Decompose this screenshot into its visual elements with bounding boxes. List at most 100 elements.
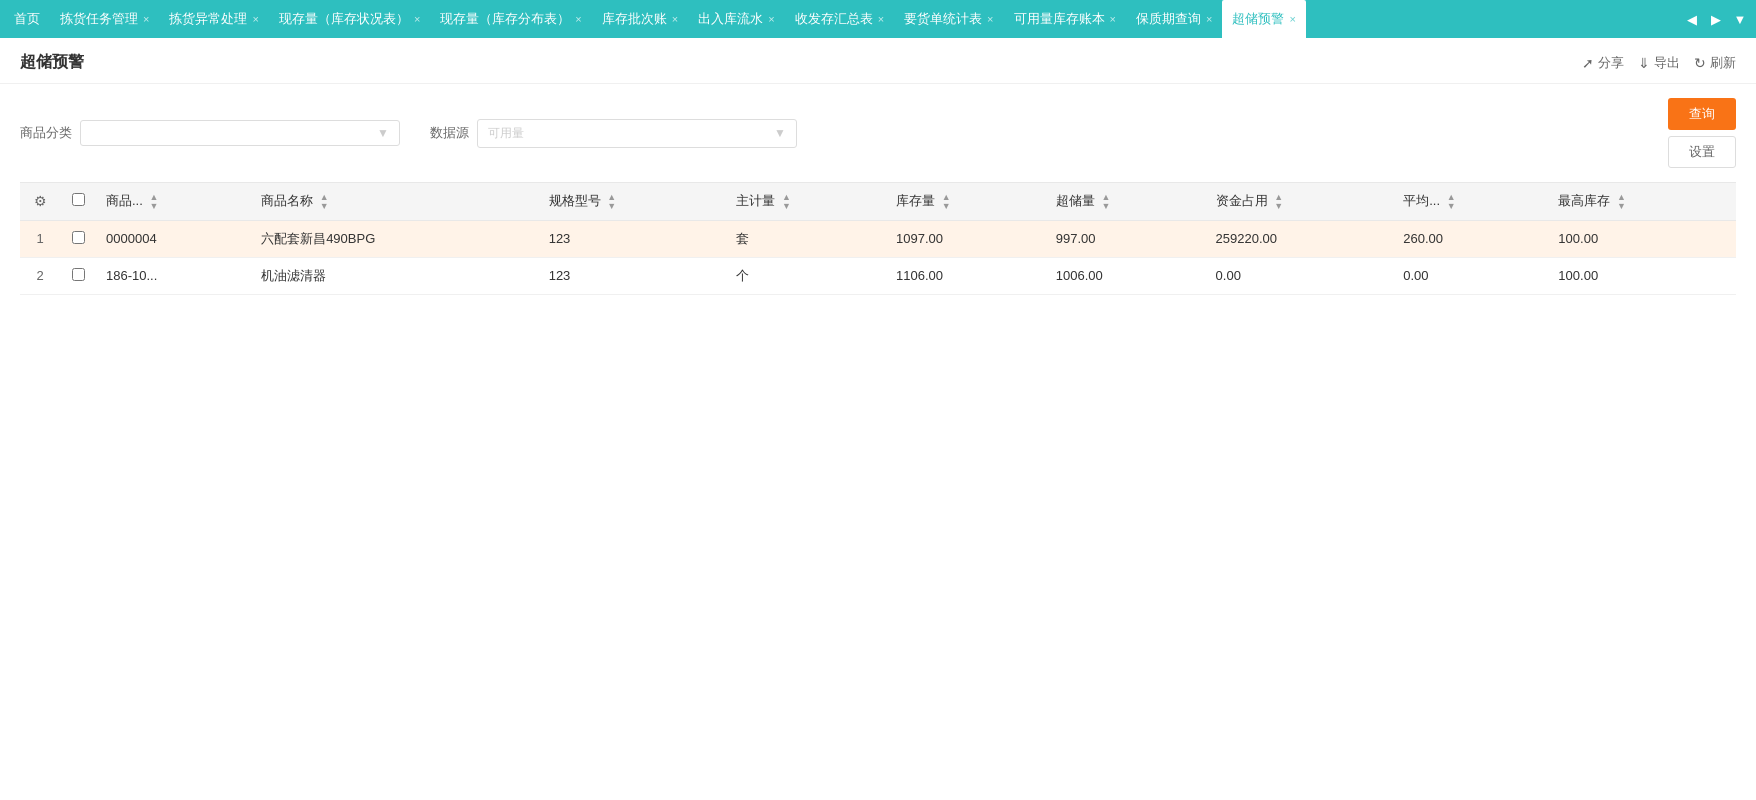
sort-icon: ▲▼ — [149, 193, 158, 211]
settings-col-header: ⚙ — [20, 183, 60, 221]
sort-icon: ▲▼ — [942, 193, 951, 211]
nav-item-batch[interactable]: 库存批次账 × — [592, 0, 688, 38]
row-number: 2 — [20, 257, 60, 294]
sort-icon: ▲▼ — [1101, 193, 1110, 211]
checkbox-col-header — [60, 183, 96, 221]
average-col-header[interactable]: 平均... ▲▼ — [1393, 183, 1548, 221]
row-product-name: 六配套新昌490BPG — [251, 220, 539, 257]
row-product-name: 机油滤清器 — [251, 257, 539, 294]
close-icon[interactable]: × — [878, 13, 884, 25]
filter-row: 商品分类 ▼ 数据源 可用量 ▼ 查询 设置 — [0, 84, 1756, 182]
table-row: 1 0000004 六配套新昌490BPG 123 套 1097.00 997.… — [20, 220, 1736, 257]
close-icon[interactable]: × — [1110, 13, 1116, 25]
nav-item-overstock[interactable]: 超储预警 × — [1222, 0, 1305, 38]
page-header: 超储预警 ➚ 分享 ⇓ 导出 ↻ 刷新 — [0, 38, 1756, 84]
capital-usage-col-header[interactable]: 资金占用 ▲▼ — [1206, 183, 1394, 221]
nav-item-order-stat[interactable]: 要货单统计表 × — [894, 0, 1003, 38]
close-icon[interactable]: × — [414, 13, 420, 25]
nav-item-abnormal[interactable]: 拣货异常处理 × — [159, 0, 268, 38]
export-icon: ⇓ — [1638, 55, 1650, 71]
data-source-value: 可用量 — [488, 125, 524, 142]
nav-item-inventory-dist[interactable]: 现存量（库存分布表） × — [430, 0, 591, 38]
refresh-button[interactable]: ↻ 刷新 — [1694, 54, 1736, 72]
row-checkbox[interactable] — [72, 231, 85, 244]
row-main-unit: 个 — [726, 257, 886, 294]
product-category-select[interactable]: ▼ — [80, 120, 400, 146]
nav-item-quality-check[interactable]: 保质期查询 × — [1126, 0, 1222, 38]
sort-icon: ▲▼ — [1617, 193, 1626, 211]
header-actions: ➚ 分享 ⇓ 导出 ↻ 刷新 — [1582, 54, 1736, 72]
data-source-filter: 数据源 可用量 ▼ — [430, 119, 797, 148]
share-icon: ➚ — [1582, 55, 1594, 71]
sort-icon: ▲▼ — [1274, 193, 1283, 211]
nav-arrows: ◀ ▶ ▼ — [1680, 0, 1752, 38]
row-product-code: 186-10... — [96, 257, 251, 294]
export-button[interactable]: ⇓ 导出 — [1638, 54, 1680, 72]
row-product-code: 0000004 — [96, 220, 251, 257]
sort-icon: ▲▼ — [1447, 193, 1456, 211]
row-spec-model: 123 — [539, 220, 727, 257]
nav-item-avail-ledger[interactable]: 可用量库存账本 × — [1004, 0, 1126, 38]
filter-buttons: 查询 设置 — [1668, 98, 1736, 168]
sort-icon: ▲▼ — [607, 193, 616, 211]
sort-icon: ▲▼ — [782, 193, 791, 211]
close-icon[interactable]: × — [768, 13, 774, 25]
settings-button[interactable]: 设置 — [1668, 136, 1736, 168]
row-inventory: 1097.00 — [886, 220, 1046, 257]
close-icon[interactable]: × — [987, 13, 993, 25]
nav-item-home[interactable]: 首页 — [4, 0, 50, 38]
data-source-label: 数据源 — [430, 124, 469, 142]
query-button[interactable]: 查询 — [1668, 98, 1736, 130]
nav-next-button[interactable]: ▶ — [1704, 0, 1728, 38]
product-category-label: 商品分类 — [20, 124, 72, 142]
close-icon[interactable]: × — [575, 13, 581, 25]
row-checkbox[interactable] — [72, 268, 85, 281]
page-content: 超储预警 ➚ 分享 ⇓ 导出 ↻ 刷新 商品分类 ▼ 数据源 — [0, 38, 1756, 800]
nav-item-inventory-status[interactable]: 现存量（库存状况表） × — [269, 0, 430, 38]
page-title: 超储预警 — [20, 52, 84, 73]
inventory-col-header[interactable]: 库存量 ▲▼ — [886, 183, 1046, 221]
row-over-storage: 1006.00 — [1046, 257, 1206, 294]
close-icon[interactable]: × — [252, 13, 258, 25]
row-max-inventory: 100.00 — [1548, 257, 1736, 294]
close-icon[interactable]: × — [1206, 13, 1212, 25]
row-average: 260.00 — [1393, 220, 1548, 257]
row-over-storage: 997.00 — [1046, 220, 1206, 257]
sort-icon: ▲▼ — [320, 193, 329, 211]
spec-model-col-header[interactable]: 规格型号 ▲▼ — [539, 183, 727, 221]
refresh-icon: ↻ — [1694, 55, 1706, 71]
row-capital-usage: 0.00 — [1206, 257, 1394, 294]
table-header-row: ⚙ 商品... ▲▼ 商品名称 ▲▼ 规格型号 ▲▼ — [20, 183, 1736, 221]
table-container: ⚙ 商品... ▲▼ 商品名称 ▲▼ 规格型号 ▲▼ — [0, 182, 1756, 295]
nav-item-summary[interactable]: 收发存汇总表 × — [785, 0, 894, 38]
max-inventory-col-header[interactable]: 最高库存 ▲▼ — [1548, 183, 1736, 221]
main-unit-col-header[interactable]: 主计量 ▲▼ — [726, 183, 886, 221]
row-max-inventory: 100.00 — [1548, 220, 1736, 257]
nav-item-inout-flow[interactable]: 出入库流水 × — [688, 0, 784, 38]
chevron-down-icon: ▼ — [377, 126, 389, 140]
select-all-checkbox[interactable] — [72, 193, 85, 206]
row-checkbox-cell — [60, 220, 96, 257]
table-row: 2 186-10... 机油滤清器 123 个 1106.00 1006.00 … — [20, 257, 1736, 294]
gear-icon[interactable]: ⚙ — [34, 193, 47, 209]
nav-prev-button[interactable]: ◀ — [1680, 0, 1704, 38]
data-table: ⚙ 商品... ▲▼ 商品名称 ▲▼ 规格型号 ▲▼ — [20, 182, 1736, 295]
nav-menu-button[interactable]: ▼ — [1728, 0, 1752, 38]
row-checkbox-cell — [60, 257, 96, 294]
row-capital-usage: 259220.00 — [1206, 220, 1394, 257]
close-icon[interactable]: × — [143, 13, 149, 25]
product-category-filter: 商品分类 ▼ — [20, 120, 400, 146]
over-storage-col-header[interactable]: 超储量 ▲▼ — [1046, 183, 1206, 221]
share-button[interactable]: ➚ 分享 — [1582, 54, 1624, 72]
close-icon[interactable]: × — [672, 13, 678, 25]
product-code-col-header[interactable]: 商品... ▲▼ — [96, 183, 251, 221]
data-source-select[interactable]: 可用量 ▼ — [477, 119, 797, 148]
row-average: 0.00 — [1393, 257, 1548, 294]
nav-item-task-mgmt[interactable]: 拣货任务管理 × — [50, 0, 159, 38]
chevron-down-icon: ▼ — [774, 126, 786, 140]
row-inventory: 1106.00 — [886, 257, 1046, 294]
row-spec-model: 123 — [539, 257, 727, 294]
product-name-col-header[interactable]: 商品名称 ▲▼ — [251, 183, 539, 221]
close-icon[interactable]: × — [1289, 13, 1295, 25]
row-number: 1 — [20, 220, 60, 257]
